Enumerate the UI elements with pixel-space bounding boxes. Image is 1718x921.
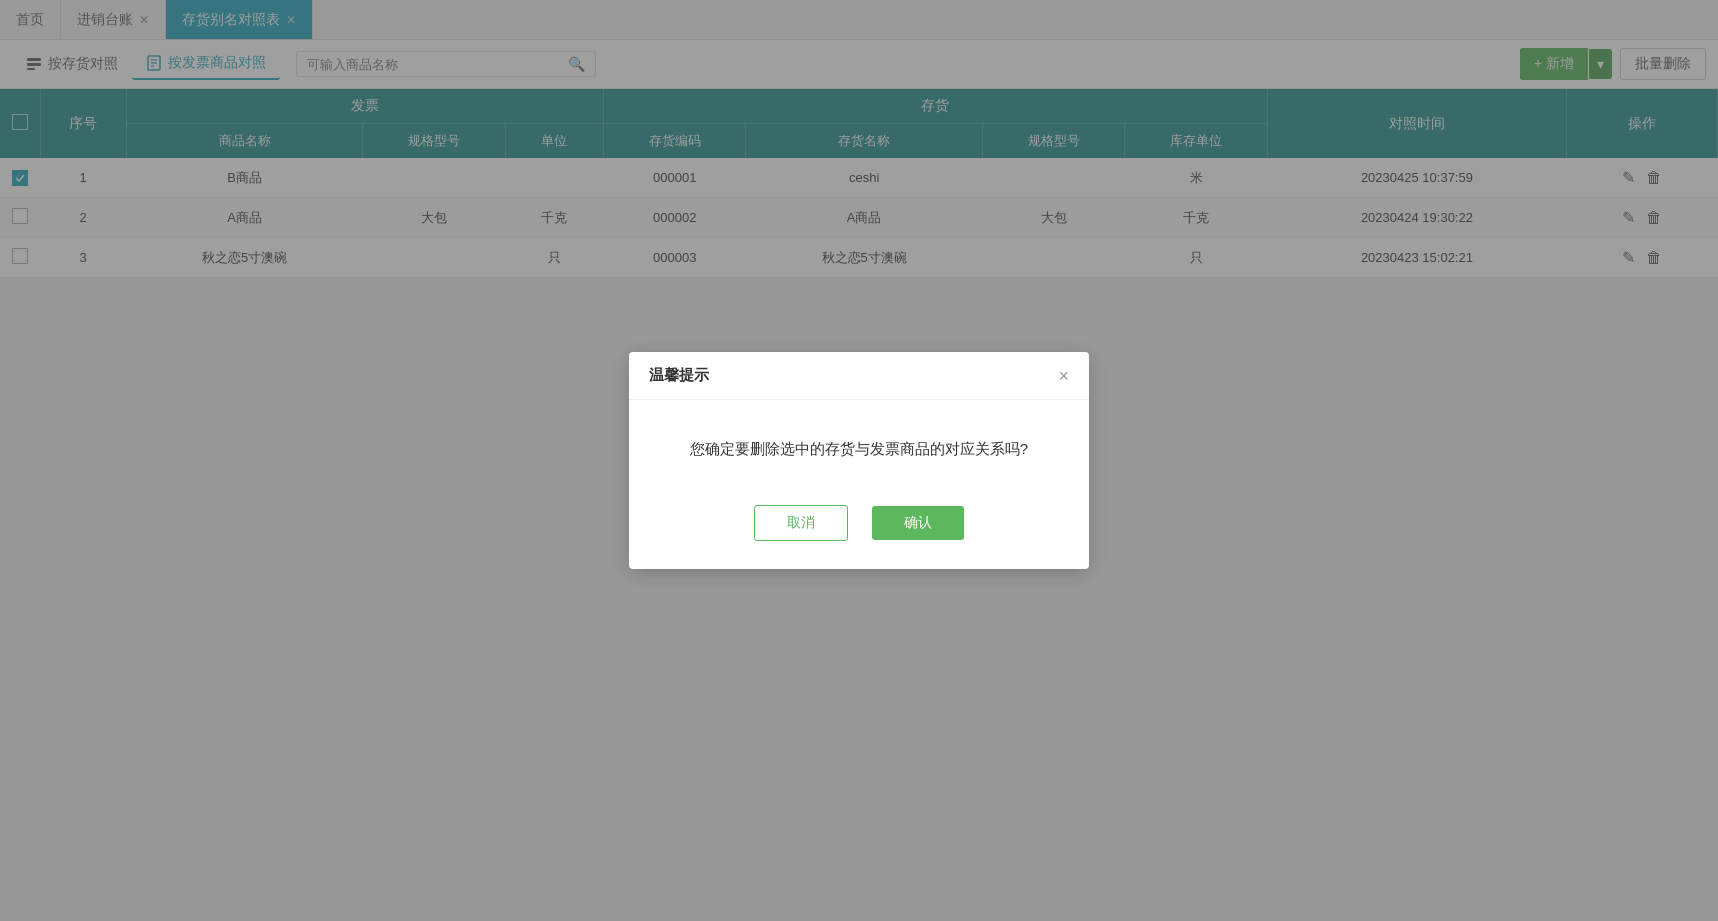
modal-overlay: 温馨提示 × 您确定要删除选中的存货与发票商品的对应关系吗? 取消 确认 [0, 0, 1718, 278]
